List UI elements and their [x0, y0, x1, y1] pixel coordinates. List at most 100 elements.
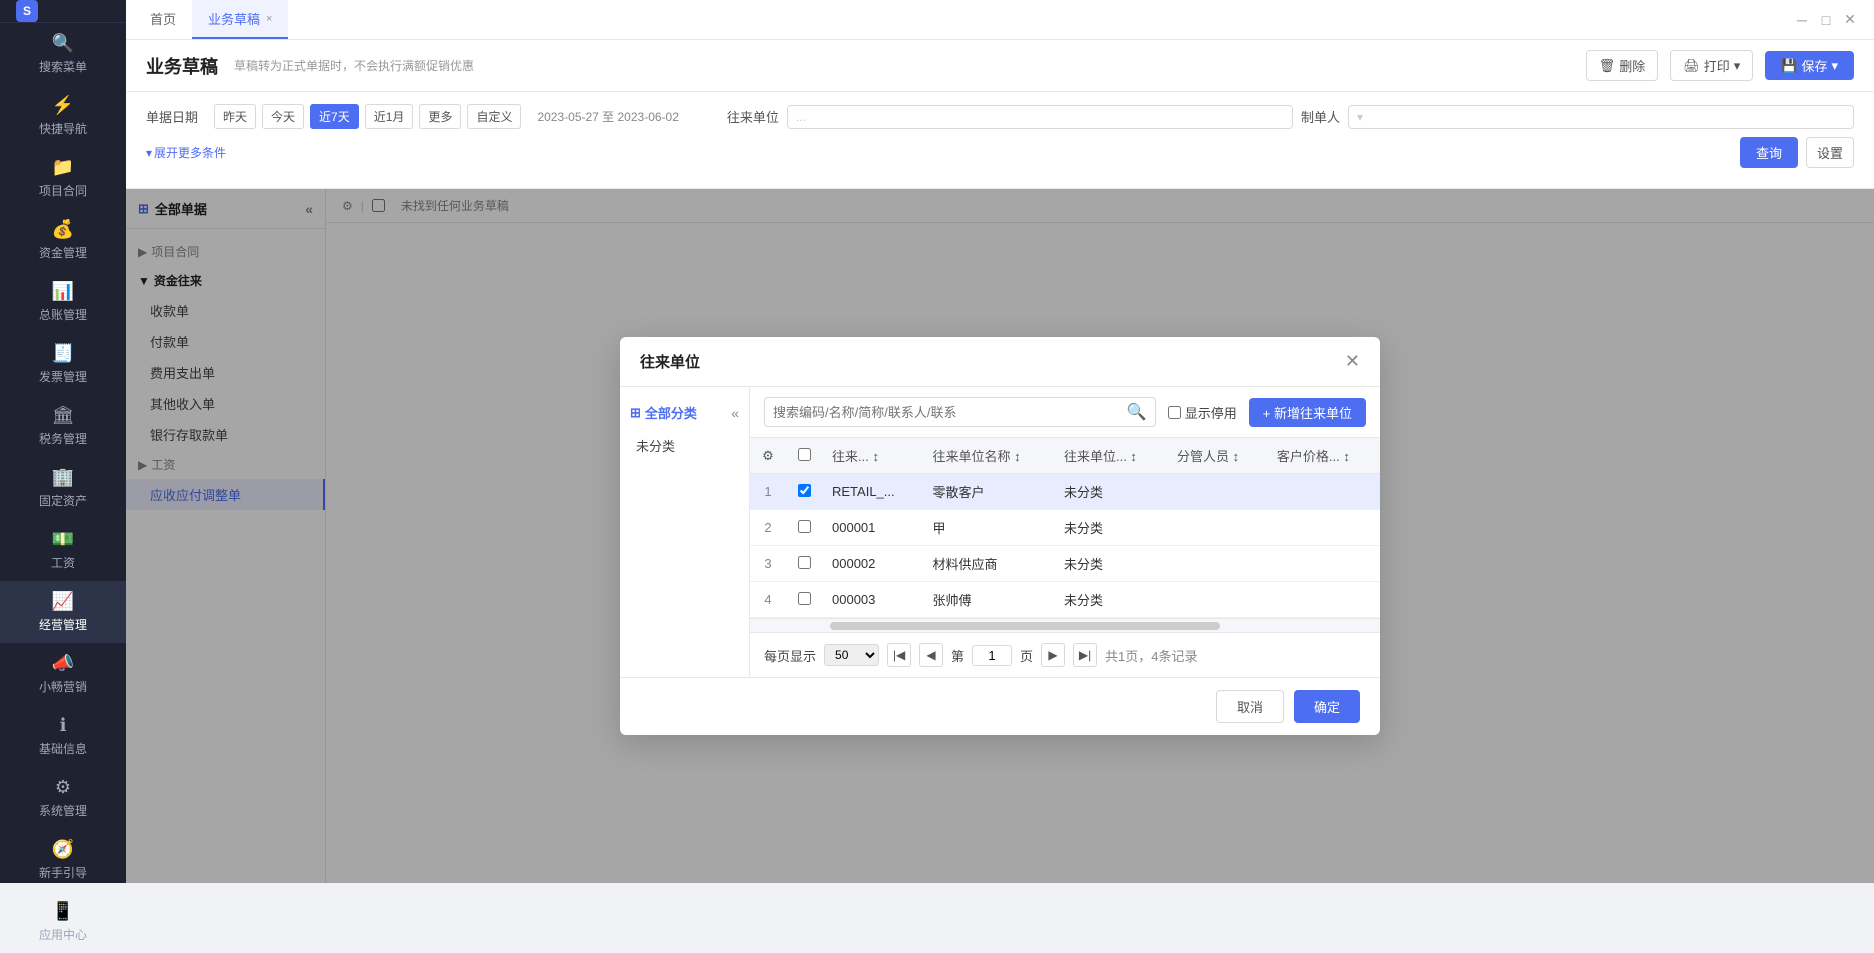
col-icon-header: ⚙: [750, 438, 786, 474]
sidebar-item-tax[interactable]: 🏛 税务管理: [0, 395, 126, 457]
date-btn-more[interactable]: 更多: [419, 104, 461, 129]
cancel-button[interactable]: 取消: [1216, 690, 1284, 723]
row3-name: 材料供应商: [922, 546, 1054, 582]
sidebar-item-guide[interactable]: 🧭 新手引导: [0, 829, 126, 891]
delete-button[interactable]: 🗑 删除: [1586, 50, 1659, 81]
date-btn-7days[interactable]: 近7天: [310, 104, 359, 129]
last-page-btn[interactable]: ▶|: [1073, 643, 1097, 667]
scrollbar-thumb[interactable]: [830, 622, 1220, 630]
next-page-btn[interactable]: ▶: [1041, 643, 1065, 667]
tab-draft[interactable]: 业务草稿 ×: [192, 0, 288, 39]
col-name-header[interactable]: 往来单位名称 ↕: [922, 438, 1054, 474]
date-btn-today[interactable]: 今天: [262, 104, 304, 129]
per-page-label: 每页显示: [764, 646, 816, 665]
per-page-select[interactable]: 50 100 200: [824, 644, 879, 666]
row4-check[interactable]: [786, 582, 822, 618]
sidebar-item-sys[interactable]: ⚙ 系统管理: [0, 767, 126, 829]
row4-price: [1267, 582, 1380, 618]
col-price-header[interactable]: 客户价格... ↕: [1267, 438, 1380, 474]
prev-page-btn[interactable]: ◀: [919, 643, 943, 667]
date-btn-custom[interactable]: 自定义: [467, 104, 521, 129]
sidebar-item-mgmt[interactable]: 📈 经营管理: [0, 581, 126, 643]
sidebar-item-quick[interactable]: ⚡ 快捷导航: [0, 85, 126, 147]
modal-sidebar-collapse-btn[interactable]: «: [731, 405, 739, 421]
partner-search-wrap[interactable]: 🔍: [764, 397, 1156, 427]
sidebar-item-marketing[interactable]: 📣 小畅营销: [0, 643, 126, 705]
page-word: 第: [951, 646, 964, 665]
col-check-header: [786, 438, 822, 474]
unit-input[interactable]: ...: [787, 105, 1293, 129]
sidebar-item-label: 税务管理: [39, 430, 87, 447]
sidebar-item-apps[interactable]: 📱 应用中心: [0, 891, 126, 953]
row3-code: 000002: [822, 546, 922, 582]
mgmt-icon: 📈: [52, 591, 74, 612]
print-button[interactable]: 🖨 打印 ▾: [1670, 50, 1753, 81]
row1-category: 未分类: [1054, 474, 1167, 510]
sidebar-item-finance[interactable]: 💰 资金管理: [0, 209, 126, 271]
sys-icon: ⚙: [55, 777, 71, 798]
search-icon2: 🔍: [1127, 402, 1147, 422]
page-number-input[interactable]: [972, 645, 1012, 666]
tax-icon: 🏛: [52, 405, 75, 426]
date-btn-1month[interactable]: 近1月: [365, 104, 414, 129]
col-code-header[interactable]: 往来... ↕: [822, 438, 922, 474]
first-page-btn[interactable]: |◀: [887, 643, 911, 667]
modal-sidebar-unclassified[interactable]: 未分类: [620, 430, 749, 461]
page-label: 页: [1020, 646, 1033, 665]
save-button[interactable]: 💾 保存 ▾: [1765, 51, 1854, 80]
modal-close-btn[interactable]: ✕: [1345, 351, 1360, 372]
filter-row-1: 单据日期 昨天 今天 近7天 近1月 更多 自定义 2023-05-27 至 2…: [146, 104, 1854, 129]
expand-filter-btn[interactable]: ▾ 展开更多条件: [146, 144, 226, 161]
minimize-icon[interactable]: ─: [1794, 12, 1810, 28]
confirm-button[interactable]: 确定: [1294, 690, 1360, 723]
table-select-all[interactable]: [798, 448, 811, 461]
table-row[interactable]: 4 000003 张帅傅 未分类: [750, 582, 1380, 618]
tab-close-icon[interactable]: ×: [266, 13, 272, 25]
modal-header: 往来单位 ✕: [620, 337, 1380, 387]
table-row[interactable]: 2 000001 甲 未分类: [750, 510, 1380, 546]
sidebar-item-salary[interactable]: 💵 工资: [0, 519, 126, 581]
date-btn-yesterday[interactable]: 昨天: [214, 104, 256, 129]
row2-check[interactable]: [786, 510, 822, 546]
sidebar-item-search[interactable]: 🔍 搜索菜单: [0, 23, 126, 85]
sidebar-item-label: 总账管理: [39, 306, 87, 323]
sidebar-item-label: 基础信息: [39, 740, 87, 757]
modal-main: 🔍 显示停用 + 新增往来单位: [750, 387, 1380, 677]
row3-check[interactable]: [786, 546, 822, 582]
sidebar-item-label: 资金管理: [39, 244, 87, 261]
modal-sidebar: ⊞ 全部分类 « 未分类: [620, 387, 750, 677]
table-row[interactable]: 1 RETAIL_... 零散客户 未分类: [750, 474, 1380, 510]
maximize-icon[interactable]: □: [1818, 12, 1834, 28]
col-category-header[interactable]: 往来单位... ↕: [1054, 438, 1167, 474]
sidebar-item-label: 固定资产: [39, 492, 87, 509]
close-window-icon[interactable]: ✕: [1842, 12, 1858, 28]
col-manager-header[interactable]: 分管人员 ↕: [1167, 438, 1267, 474]
row1-check[interactable]: [786, 474, 822, 510]
header-actions: 🗑 删除 🖨 打印 ▾ 💾 保存 ▾: [1586, 50, 1854, 81]
row2-category: 未分类: [1054, 510, 1167, 546]
sidebar-item-label: 应用中心: [39, 926, 87, 943]
sidebar: S 🔍 搜索菜单 ⚡ 快捷导航 📁 项目合同 💰 资金管理 📊 总账管理 🧾 发…: [0, 0, 126, 883]
tab-home[interactable]: 首页: [134, 0, 192, 39]
sidebar-item-invoice[interactable]: 🧾 发票管理: [0, 333, 126, 395]
unit-label: 往来单位: [727, 107, 779, 126]
sidebar-item-ledger[interactable]: 📊 总账管理: [0, 271, 126, 333]
show-disabled-checkbox[interactable]: [1168, 406, 1181, 419]
table-row[interactable]: 3 000002 材料供应商 未分类: [750, 546, 1380, 582]
query-button[interactable]: 查询: [1740, 137, 1798, 168]
row3-sort: 3: [750, 546, 786, 582]
date-range-display: 2023-05-27 至 2023-06-02: [537, 108, 678, 125]
maker-input[interactable]: ▾: [1348, 105, 1854, 129]
show-disabled-label[interactable]: 显示停用: [1168, 403, 1237, 422]
finance-icon: 💰: [52, 219, 74, 240]
partner-search-input[interactable]: [773, 405, 1127, 420]
horizontal-scrollbar[interactable]: [750, 618, 1380, 632]
sidebar-item-project[interactable]: 📁 项目合同: [0, 147, 126, 209]
main-area: 首页 业务草稿 × ─ □ ✕ 业务草稿 草稿转为正式单据时，不会执行满额促销优…: [126, 0, 1874, 883]
settings-button[interactable]: 设置: [1806, 137, 1854, 168]
window-controls: ─ □ ✕: [1794, 12, 1866, 28]
asset-icon: 🏢: [52, 467, 74, 488]
add-partner-button[interactable]: + 新增往来单位: [1249, 398, 1366, 427]
sidebar-item-asset[interactable]: 🏢 固定资产: [0, 457, 126, 519]
sidebar-item-info[interactable]: ℹ 基础信息: [0, 705, 126, 767]
